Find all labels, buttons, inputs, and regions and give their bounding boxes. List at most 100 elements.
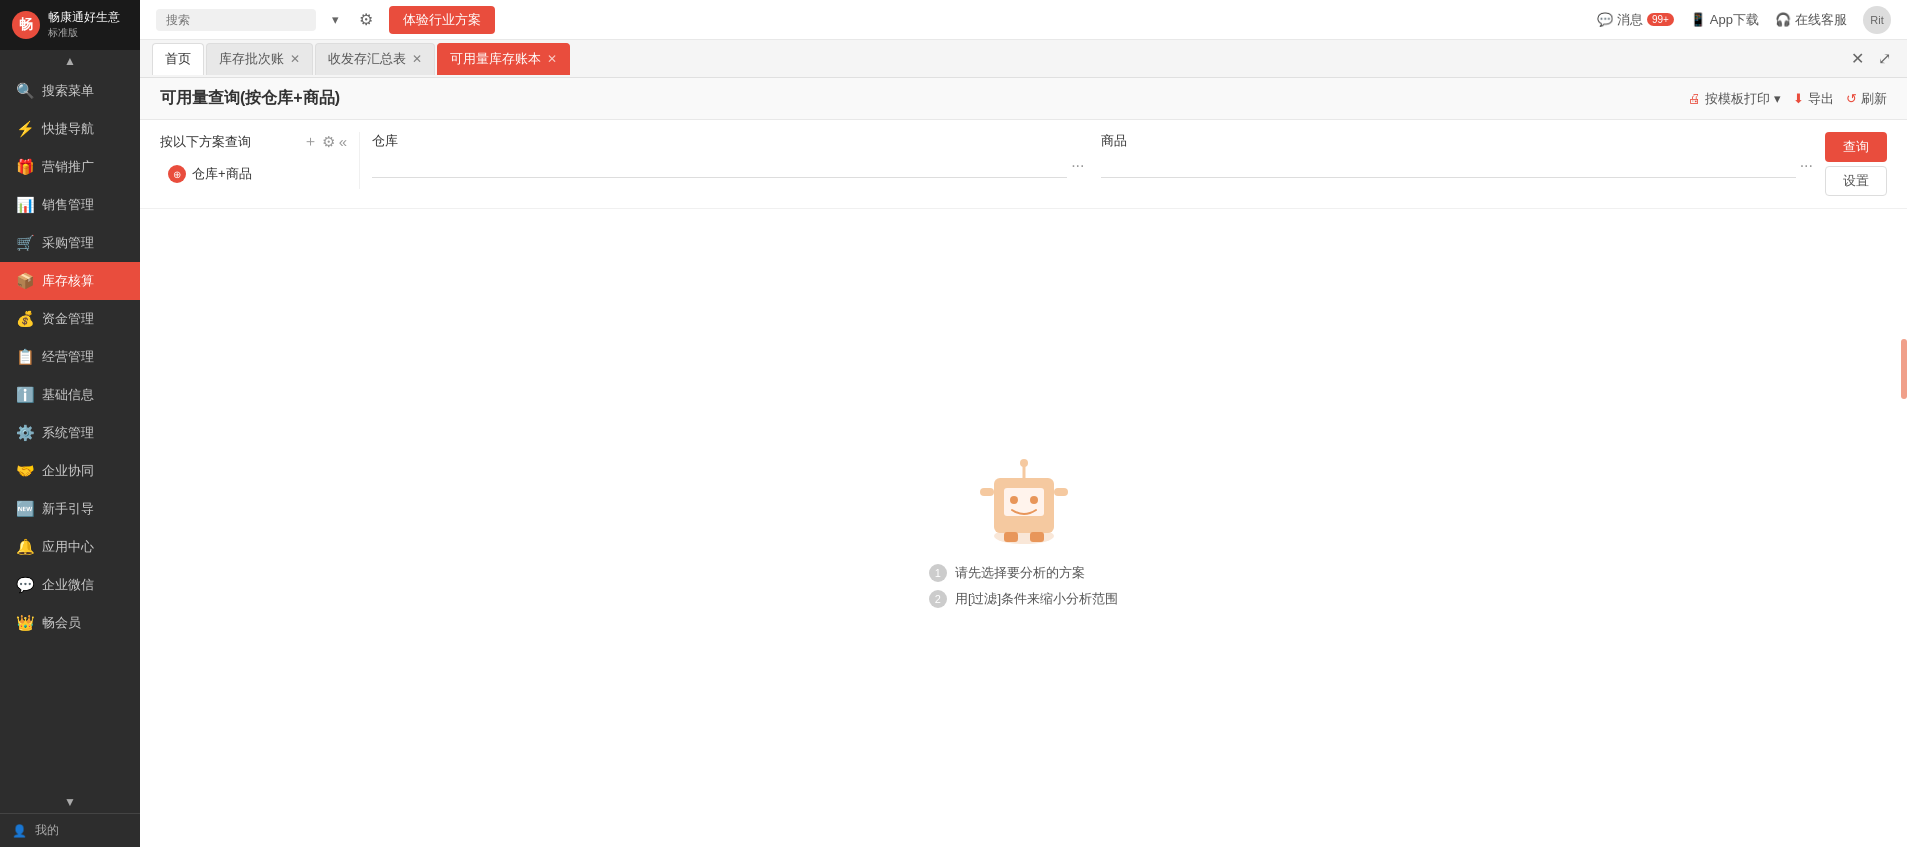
refresh-icon: ↺ xyxy=(1846,91,1857,106)
tab-batch[interactable]: 库存批次账 ✕ xyxy=(206,43,313,75)
tip-2-text: 用[过滤]条件来缩小分析范围 xyxy=(955,590,1118,608)
sidebar-item-shortcut[interactable]: ⚡ 快捷导航 xyxy=(0,110,140,148)
sidebar-scroll-down[interactable]: ▼ xyxy=(0,791,140,813)
top-header: ▾ ⚙ 体验行业方案 💬 消息 99+ 📱 App下载 🎧 在线客服 Rit xyxy=(140,0,1907,40)
sidebar-item-sales[interactable]: 📊 销售管理 xyxy=(0,186,140,224)
finance-label: 资金管理 xyxy=(42,310,94,328)
online-service-label: 在线客服 xyxy=(1795,11,1847,29)
sidebar-item-appstore[interactable]: 🔔 应用中心 xyxy=(0,528,140,566)
user-avatar[interactable]: Rit xyxy=(1863,6,1891,34)
sidebar-item-member[interactable]: 👑 畅会员 xyxy=(0,604,140,642)
marketing-label: 营销推广 xyxy=(42,158,94,176)
scheme-label: 仓库+商品 xyxy=(192,165,252,183)
search-input[interactable] xyxy=(156,9,316,31)
tab-close-all-btn[interactable]: ✕ xyxy=(1847,45,1868,72)
sidebar-scroll-up[interactable]: ▲ xyxy=(0,50,140,72)
sidebar-item-system[interactable]: ⚙️ 系统管理 xyxy=(0,414,140,452)
app-download-label: App下载 xyxy=(1710,11,1759,29)
query-btn[interactable]: 查询 xyxy=(1825,132,1887,162)
product-input-row: ··· xyxy=(1101,154,1814,178)
page-header: 可用量查询(按仓库+商品) 🖨 按模板打印 ▾ ⬇ 导出 ↺ 刷新 xyxy=(140,78,1907,120)
filter-collapse-btn[interactable]: « xyxy=(339,132,347,151)
logo-badge: 标准版 xyxy=(48,26,120,40)
system-label: 系统管理 xyxy=(42,424,94,442)
export-btn[interactable]: ⬇ 导出 xyxy=(1793,90,1834,108)
search-dropdown-btn[interactable]: ▾ xyxy=(328,8,343,31)
svg-rect-9 xyxy=(1004,532,1018,542)
enterprise-icon: 🤝 xyxy=(16,462,34,480)
finance-icon: 💰 xyxy=(16,310,34,328)
scheme-icon: ⊕ xyxy=(168,165,186,183)
warehouse-input[interactable] xyxy=(372,154,1067,178)
operation-icon: 📋 xyxy=(16,348,34,366)
warehouse-input-row: ··· xyxy=(372,154,1085,178)
sidebar-item-purchase[interactable]: 🛒 采购管理 xyxy=(0,224,140,262)
header-actions: 💬 消息 99+ 📱 App下载 🎧 在线客服 Rit xyxy=(1597,6,1891,34)
tip-num-2: 2 xyxy=(929,590,947,608)
inventory-label: 库存核算 xyxy=(42,272,94,290)
sidebar-item-search[interactable]: 🔍 搜索菜单 xyxy=(0,72,140,110)
settings-btn[interactable]: 设置 xyxy=(1825,166,1887,196)
message-label: 消息 xyxy=(1617,11,1643,29)
svg-rect-2 xyxy=(1004,488,1044,516)
sidebar-item-operation[interactable]: 📋 经营管理 xyxy=(0,338,140,376)
gear-btn[interactable]: ⚙ xyxy=(355,6,377,33)
tab-summary[interactable]: 收发存汇总表 ✕ xyxy=(315,43,435,75)
online-service-btn[interactable]: 🎧 在线客服 xyxy=(1775,11,1847,29)
tip-1-text: 请先选择要分析的方案 xyxy=(955,564,1085,582)
side-scrollbar[interactable] xyxy=(1901,339,1907,399)
filter-fields: 仓库 ··· 商品 ··· xyxy=(372,132,1813,178)
empty-tips: 1 请先选择要分析的方案 2 用[过滤]条件来缩小分析范围 xyxy=(929,564,1118,608)
sidebar-item-marketing[interactable]: 🎁 营销推广 xyxy=(0,148,140,186)
purchase-label: 采购管理 xyxy=(42,234,94,252)
phone-icon: 📱 xyxy=(1690,12,1706,27)
empty-tip-1: 1 请先选择要分析的方案 xyxy=(929,564,1118,582)
filter-settings-btn[interactable]: ⚙ xyxy=(322,132,335,151)
refresh-label: 刷新 xyxy=(1861,90,1887,108)
warehouse-more-btn[interactable]: ··· xyxy=(1071,157,1084,175)
filter-add-btn[interactable]: ＋ xyxy=(303,132,318,151)
product-input[interactable] xyxy=(1101,154,1796,178)
sidebar-item-finance[interactable]: 💰 资金管理 xyxy=(0,300,140,338)
product-more-btn[interactable]: ··· xyxy=(1800,157,1813,175)
operation-label: 经营管理 xyxy=(42,348,94,366)
empty-illustration xyxy=(974,448,1074,548)
tab-bar-end: ✕ ⤢ xyxy=(1847,45,1895,72)
newbie-icon: 🆕 xyxy=(16,500,34,518)
empty-state: 1 请先选择要分析的方案 2 用[过滤]条件来缩小分析范围 xyxy=(140,209,1907,847)
base-icon: ℹ️ xyxy=(16,386,34,404)
sidebar-item-inventory[interactable]: 📦 库存核算 xyxy=(0,262,140,300)
refresh-btn[interactable]: ↺ 刷新 xyxy=(1846,90,1887,108)
app-download-btn[interactable]: 📱 App下载 xyxy=(1690,11,1759,29)
inventory-icon: 📦 xyxy=(16,272,34,290)
print-btn[interactable]: 🖨 按模板打印 ▾ xyxy=(1688,90,1781,108)
logo-icon: 畅 xyxy=(12,11,40,39)
svg-rect-10 xyxy=(1030,532,1044,542)
tab-home[interactable]: 首页 xyxy=(152,43,204,75)
tab-expand-btn[interactable]: ⤢ xyxy=(1874,45,1895,72)
shortcut-label: 快捷导航 xyxy=(42,120,94,138)
tab-batch-close[interactable]: ✕ xyxy=(290,53,300,65)
sidebar-item-base[interactable]: ℹ️ 基础信息 xyxy=(0,376,140,414)
sidebar-item-enterprise[interactable]: 🤝 企业协同 xyxy=(0,452,140,490)
sidebar: 畅 畅康通好生意 标准版 ▲ 🔍 搜索菜单 ⚡ 快捷导航 🎁 营销推广 📊 销售… xyxy=(0,0,140,847)
svg-point-6 xyxy=(1020,459,1028,467)
sidebar-item-newbie[interactable]: 🆕 新手引导 xyxy=(0,490,140,528)
product-label: 商品 xyxy=(1101,132,1814,150)
system-icon: ⚙️ xyxy=(16,424,34,442)
sidebar-item-wechat[interactable]: 💬 企业微信 xyxy=(0,566,140,604)
message-btn[interactable]: 💬 消息 99+ xyxy=(1597,11,1674,29)
export-label: 导出 xyxy=(1808,90,1834,108)
filter-right-btns: 查询 设置 xyxy=(1825,132,1887,196)
filter-sidebar: 按以下方案查询 ＋ ⚙ « ⊕ 仓库+商品 xyxy=(160,132,360,189)
sidebar-bottom: 👤 我的 xyxy=(0,813,140,847)
filter-scheme-item[interactable]: ⊕ 仓库+商品 xyxy=(160,159,347,189)
tab-summary-close[interactable]: ✕ xyxy=(412,53,422,65)
enterprise-label: 企业协同 xyxy=(42,462,94,480)
trial-btn[interactable]: 体验行业方案 xyxy=(389,6,495,34)
tab-available-close[interactable]: ✕ xyxy=(547,53,557,65)
filter-sidebar-actions: ＋ ⚙ « xyxy=(303,132,347,151)
sidebar-logo: 畅 畅康通好生意 标准版 xyxy=(0,0,140,50)
query-filter: 按以下方案查询 ＋ ⚙ « ⊕ 仓库+商品 仓库 xyxy=(140,120,1907,209)
tab-available[interactable]: 可用量库存账本 ✕ xyxy=(437,43,570,75)
